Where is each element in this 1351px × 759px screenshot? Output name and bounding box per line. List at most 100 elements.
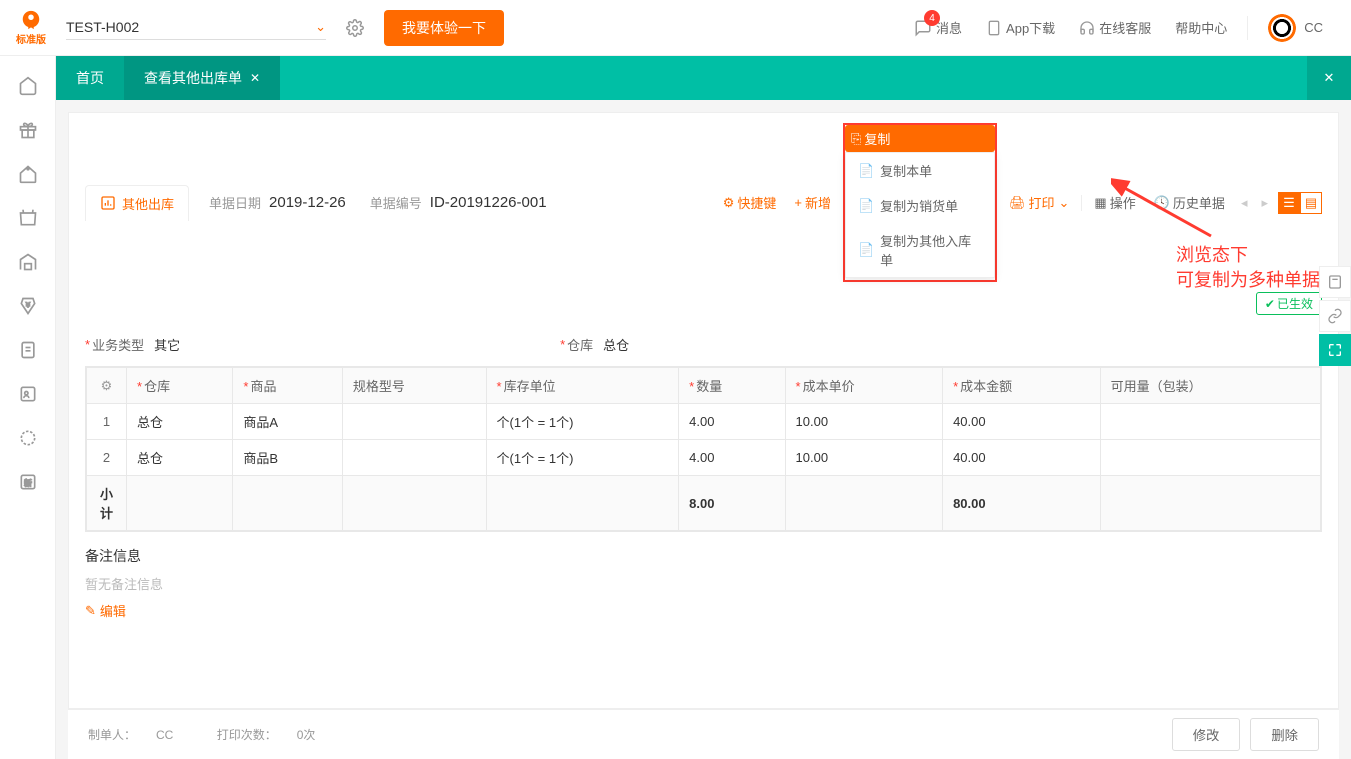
divider bbox=[1247, 16, 1248, 40]
right-rail bbox=[1319, 266, 1351, 368]
edit-icon: ✎ bbox=[85, 603, 96, 619]
rail-link-icon[interactable] bbox=[1319, 300, 1351, 332]
page-title: 其他出库 bbox=[122, 194, 174, 213]
table-row[interactable]: 2 总仓 商品B 个(1个 = 1个) 4.00 10.00 40.00 bbox=[87, 440, 1321, 476]
col-product: *商品 bbox=[233, 368, 343, 404]
action-button[interactable]: ▦ 操作 bbox=[1088, 189, 1141, 216]
table-header-row: ⚙ *仓库 *商品 规格型号 *库存单位 *数量 *成本单价 *成本金额 可用量… bbox=[87, 368, 1321, 404]
col-warehouse: *仓库 bbox=[127, 368, 233, 404]
app-logo: 标准版 bbox=[16, 9, 46, 46]
page-footer: 制单人：CC 打印次数：0次 修改 删除 bbox=[68, 709, 1339, 759]
table-row[interactable]: 1 总仓 商品A 个(1个 = 1个) 4.00 10.00 40.00 bbox=[87, 404, 1321, 440]
data-table: ⚙ *仓库 *商品 规格型号 *库存单位 *数量 *成本单价 *成本金额 可用量… bbox=[85, 366, 1322, 532]
user-name: CC bbox=[1304, 20, 1323, 35]
help-label: 帮助中心 bbox=[1175, 18, 1227, 37]
support-label: 在线客服 bbox=[1099, 18, 1151, 37]
sidebar-new-icon[interactable]: 新 bbox=[10, 464, 46, 500]
phone-icon bbox=[986, 20, 1002, 36]
print-button[interactable]: 🖨 打印 ⌄ bbox=[1003, 189, 1075, 216]
sidebar-clipboard-icon[interactable] bbox=[10, 332, 46, 368]
chevron-down-icon: ⌄ bbox=[1059, 195, 1070, 211]
grid-icon: ▦ bbox=[1094, 195, 1106, 211]
copy-this-item[interactable]: 📄 复制本单 bbox=[846, 153, 994, 188]
sidebar-home-icon[interactable] bbox=[10, 68, 46, 104]
date-label: 单据日期 bbox=[209, 193, 261, 212]
sidebar-refresh-icon[interactable] bbox=[10, 420, 46, 456]
support-button[interactable]: 在线客服 bbox=[1079, 18, 1151, 37]
messages-badge: 4 bbox=[924, 10, 940, 26]
page-panel: 其他出库 单据日期 2019-12-26 单据编号 ID-20191226-00… bbox=[68, 112, 1339, 709]
tab-home[interactable]: 首页 bbox=[56, 56, 124, 100]
page-header: 其他出库 单据日期 2019-12-26 单据编号 ID-20191226-00… bbox=[69, 113, 1338, 282]
add-button[interactable]: + 新增 bbox=[788, 189, 837, 216]
history-button[interactable]: 🕓 历史单据 bbox=[1148, 189, 1231, 216]
app-header: 标准版 ⌄ 我要体验一下 消息 4 App下载 在线客服 帮助中心 CC bbox=[0, 0, 1351, 56]
printer-icon: 🖨 bbox=[1009, 195, 1026, 211]
remarks-empty: 暂无备注信息 bbox=[85, 574, 1322, 593]
logo-icon bbox=[20, 9, 42, 31]
close-all-tabs-icon[interactable]: ✕ bbox=[1307, 56, 1351, 100]
trial-button[interactable]: 我要体验一下 bbox=[384, 10, 504, 46]
rail-expand-icon[interactable] bbox=[1319, 334, 1351, 366]
prev-arrow-icon[interactable]: ◂ bbox=[1237, 195, 1252, 211]
col-amount: *成本金额 bbox=[943, 368, 1101, 404]
status-badge: ✔ 已生效 bbox=[1256, 292, 1322, 315]
app-download-label: App下载 bbox=[1006, 18, 1055, 37]
app-download-button[interactable]: App下载 bbox=[986, 18, 1055, 37]
modify-button[interactable]: 修改 bbox=[1172, 718, 1241, 751]
footer-info: 制单人：CC 打印次数：0次 bbox=[88, 726, 355, 743]
col-unit: *库存单位 bbox=[486, 368, 679, 404]
plus-icon: + bbox=[794, 195, 802, 210]
page-meta: 单据日期 2019-12-26 单据编号 ID-20191226-001 bbox=[209, 193, 571, 212]
org-selector[interactable]: ⌄ bbox=[66, 15, 326, 40]
messages-label: 消息 bbox=[936, 18, 962, 37]
list-view-icon[interactable]: ☰ bbox=[1278, 192, 1300, 214]
card-view-icon[interactable]: ▤ bbox=[1300, 192, 1322, 214]
svg-text:¥: ¥ bbox=[26, 302, 30, 309]
help-button[interactable]: 帮助中心 bbox=[1175, 18, 1227, 37]
view-toggle: ☰ ▤ bbox=[1278, 192, 1322, 214]
no-value: ID-20191226-001 bbox=[430, 194, 547, 211]
sidebar-money-icon[interactable]: ¥ bbox=[10, 288, 46, 324]
warehouse-value: 总仓 bbox=[603, 335, 629, 354]
remarks-section: 备注信息 暂无备注信息 ✎ 编辑 bbox=[69, 532, 1338, 634]
sidebar-gift-icon[interactable] bbox=[10, 112, 46, 148]
warehouse-field: * 仓库 总仓 bbox=[560, 335, 629, 354]
messages-button[interactable]: 消息 4 bbox=[914, 18, 962, 37]
settings-icon[interactable] bbox=[346, 19, 364, 37]
logo-text: 标准版 bbox=[16, 31, 46, 46]
doc-icon: 📄 bbox=[858, 242, 874, 258]
sidebar-bag-icon[interactable] bbox=[10, 200, 46, 236]
svg-text:新: 新 bbox=[24, 477, 32, 487]
avatar-icon bbox=[1268, 14, 1296, 42]
shortcut-button[interactable]: ⚙ 快捷键 bbox=[717, 189, 783, 216]
subtotal-row: 小计 8.00 80.00 bbox=[87, 476, 1321, 531]
copy-as-sales-item[interactable]: 📄 复制为销货单 bbox=[846, 188, 994, 223]
delete-button[interactable]: 删除 bbox=[1250, 718, 1319, 751]
doc-icon: 📄 bbox=[858, 163, 874, 179]
sidebar-warehouse-icon[interactable] bbox=[10, 244, 46, 280]
page-title-tab: 其他出库 bbox=[85, 185, 189, 221]
biz-type-label: 业务类型 bbox=[92, 335, 144, 354]
tab-label: 查看其他出库单 bbox=[144, 68, 242, 88]
history-icon: 🕓 bbox=[1154, 195, 1170, 211]
copy-dropdown-highlight: ⎘ 复制 📄 复制本单 📄 复制为销货单 bbox=[843, 123, 997, 282]
user-menu[interactable]: CC bbox=[1268, 14, 1323, 42]
copy-dropdown: 📄 复制本单 📄 复制为销货单 📄 复制为其他入库单 bbox=[845, 152, 995, 278]
form-row: * 业务类型 其它 * 仓库 总仓 bbox=[69, 315, 1338, 366]
sidebar-contact-icon[interactable] bbox=[10, 376, 46, 412]
sidebar-house-icon[interactable] bbox=[10, 156, 46, 192]
rail-note-icon[interactable] bbox=[1319, 266, 1351, 298]
copy-button[interactable]: ⎘ 复制 bbox=[845, 125, 995, 152]
edit-remarks-button[interactable]: ✎ 编辑 bbox=[85, 601, 1322, 620]
gear-icon: ⚙ bbox=[723, 195, 735, 211]
biz-type-field: * 业务类型 其它 bbox=[85, 335, 180, 354]
copy-as-inbound-item[interactable]: 📄 复制为其他入库单 bbox=[846, 223, 994, 277]
copy-icon: ⎘ bbox=[851, 131, 861, 147]
next-arrow-icon[interactable]: ▸ bbox=[1257, 195, 1272, 211]
tab-view-outbound[interactable]: 查看其他出库单 ✕ bbox=[124, 56, 280, 100]
page-tabs: 首页 查看其他出库单 ✕ ✕ bbox=[56, 56, 1351, 100]
org-input[interactable] bbox=[66, 19, 315, 35]
close-icon[interactable]: ✕ bbox=[250, 71, 260, 85]
table-settings-icon[interactable]: ⚙ bbox=[87, 368, 127, 404]
